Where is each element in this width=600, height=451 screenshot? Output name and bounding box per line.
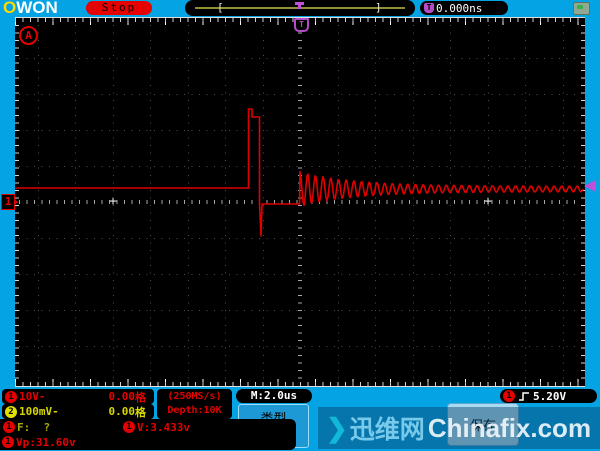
- acquisition-info-box: (250MS/s) Depth:10K: [157, 389, 232, 419]
- grid-line-horizontal: [19, 346, 581, 347]
- trigger-level-arrow[interactable]: [584, 180, 596, 192]
- trigger-time-value: 0.000ns: [436, 1, 483, 15]
- grid-line-vertical: [150, 25, 151, 379]
- window-right-bracket: ]: [375, 1, 382, 14]
- record-depth: Depth:10K: [167, 405, 222, 416]
- watermark-chevron-icon: ❯: [326, 412, 348, 443]
- channel2-scale: 100mV-: [19, 405, 59, 418]
- grid-line-vertical: [450, 25, 451, 379]
- timebase-readout: M:2.0us: [236, 389, 312, 403]
- grid-line-horizontal: [19, 166, 581, 167]
- grid-line-horizontal: [19, 130, 581, 131]
- grid-line-vertical: [562, 25, 564, 379]
- watermark: ❯ 迅维网 Chinafix.com: [318, 407, 600, 449]
- grid-line-horizontal: [19, 238, 581, 239]
- measure-frequency: F: ?: [17, 421, 51, 434]
- channel1-scale: 10V-: [19, 390, 46, 403]
- grid-line-vertical: [112, 25, 114, 379]
- sample-rate: (250MS/s): [167, 391, 222, 402]
- trigger-level-value: 5.20V: [533, 389, 567, 403]
- grid-line-vertical: [412, 25, 414, 379]
- grid-line-horizontal: [19, 274, 581, 275]
- measurement-box: 1 F: ? 1 V:3.433v 1 Vp:31.60v: [0, 419, 296, 450]
- grid-line-horizontal: [19, 94, 581, 95]
- trigger-t-icon: T: [424, 3, 434, 13]
- channel2-info-box: 2 100mV- 0.00 格: [2, 404, 154, 419]
- trigger-position-marker[interactable]: [295, 2, 304, 9]
- grid-line-vertical: [487, 25, 489, 379]
- window-left-bracket: [: [217, 1, 224, 14]
- horizontal-position-bar[interactable]: [ ]: [185, 0, 415, 16]
- measure-badge: 1: [3, 421, 15, 433]
- grid-line-vertical: [525, 25, 526, 379]
- grid-line-vertical: [262, 25, 264, 379]
- grid-line-vertical: [225, 25, 226, 379]
- measure-vpp: Vp:31.60v: [16, 436, 76, 449]
- grid-line-vertical: [37, 25, 39, 379]
- channel1-badge: 1: [5, 390, 17, 403]
- grid-line-vertical: [375, 25, 376, 379]
- grid-line-horizontal: [19, 310, 581, 311]
- channel2-badge: 2: [5, 405, 17, 418]
- measure-badge: 1: [123, 421, 135, 433]
- grid-line-horizontal: [19, 58, 581, 59]
- measure-badge: 1: [2, 436, 14, 448]
- owon-logo: OWON: [3, 0, 58, 17]
- trigger-source-badge: 1: [503, 390, 515, 402]
- save-icon: [573, 2, 590, 15]
- measure-voltage: V:3.433v: [137, 421, 190, 434]
- trigger-time-offset: T 0.000ns: [420, 1, 508, 15]
- watermark-domain: Chinafix.com: [427, 412, 592, 443]
- run-stop-button[interactable]: Stop: [86, 1, 152, 15]
- channel1-waveform: [15, 108, 584, 237]
- channel1-info-box: 1 10V- 0.00 格: [2, 389, 154, 404]
- channel2-position: 0.00: [108, 405, 136, 418]
- grid-line-vertical: [187, 25, 189, 379]
- rising-edge-icon: [519, 391, 529, 401]
- channel1-position-marker[interactable]: 1: [1, 194, 18, 210]
- scope-display: + + A T: [15, 17, 585, 387]
- grid-line-vertical: [337, 25, 339, 379]
- trigger-level-readout: 1 5.20V: [500, 389, 597, 403]
- channel1-unit: 格: [135, 390, 146, 404]
- grid-line-vertical: [75, 25, 76, 379]
- channel1-position: 0.00: [108, 390, 136, 403]
- watermark-site-name: 迅维网: [349, 416, 425, 444]
- channel2-unit: 格: [135, 405, 146, 419]
